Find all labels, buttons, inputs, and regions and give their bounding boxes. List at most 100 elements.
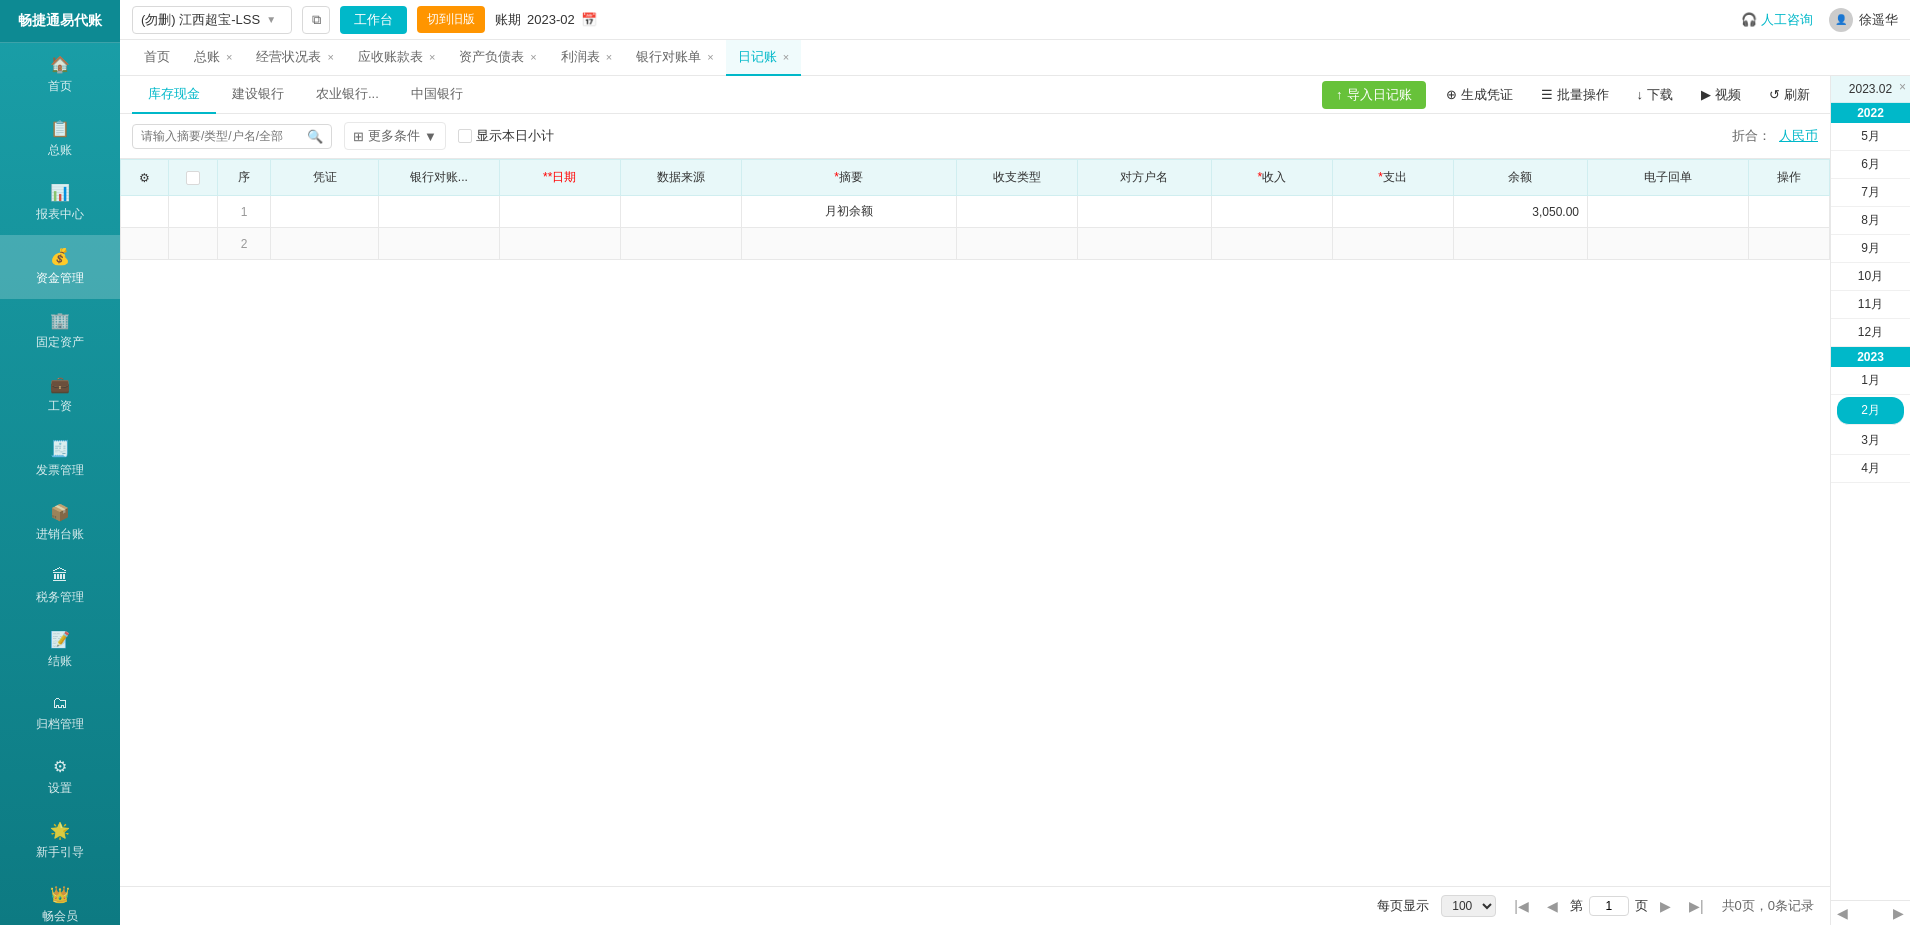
search-input-wrap[interactable]: 🔍: [132, 124, 332, 149]
refresh-icon: ↺: [1769, 87, 1780, 102]
prev-page-button[interactable]: ◀: [1541, 896, 1564, 916]
sidebar-item-purchase[interactable]: 📦 进销台账: [0, 491, 120, 555]
sub-tab-ccb[interactable]: 建设银行: [216, 76, 300, 114]
main-content: 库存现金 建设银行 农业银行... 中国银行 ↑ 导入日记账: [120, 76, 1830, 925]
month-item-2022-08[interactable]: 8月: [1831, 207, 1910, 235]
tab-close-icon[interactable]: ×: [530, 51, 536, 63]
journal-table: ⚙ 序 凭证 银行对账... **日期 数据来源: [120, 159, 1830, 260]
tab-assets[interactable]: 资产负债表 ×: [447, 40, 548, 76]
sidebar-item-label: 设置: [48, 780, 72, 797]
sidebar-item-assets[interactable]: 🏢 固定资产: [0, 299, 120, 363]
tab-profit[interactable]: 利润表 ×: [549, 40, 624, 76]
calendar-icon[interactable]: 📅: [581, 12, 597, 27]
sidebar-item-tax[interactable]: 🏛 税务管理: [0, 555, 120, 618]
month-item-2022-06[interactable]: 6月: [1831, 151, 1910, 179]
tab-journal[interactable]: 日记账 ×: [726, 40, 801, 76]
row-voucher: [271, 228, 378, 260]
first-page-button[interactable]: |◀: [1508, 896, 1535, 916]
switch-old-button[interactable]: 切到旧版: [417, 6, 485, 33]
sidebar-item-reports[interactable]: 📊 报表中心: [0, 171, 120, 235]
sub-tab-boc[interactable]: 中国银行: [395, 76, 479, 114]
month-item-2022-09[interactable]: 9月: [1831, 235, 1910, 263]
row-balance: 3,050.00: [1453, 196, 1587, 228]
member-icon: 👑: [50, 885, 70, 904]
month-item-2022-05[interactable]: 5月: [1831, 123, 1910, 151]
generate-voucher-button[interactable]: ⊕ 生成凭证: [1438, 82, 1521, 108]
sub-tab-abc[interactable]: 农业银行...: [300, 76, 395, 114]
currency-value[interactable]: 人民币: [1779, 127, 1818, 145]
month-item-2022-11[interactable]: 11月: [1831, 291, 1910, 319]
download-button[interactable]: ↓ 下载: [1629, 82, 1682, 108]
date-panel-close-button[interactable]: ×: [1899, 80, 1906, 94]
date-prev-button[interactable]: ◀: [1837, 905, 1848, 921]
user-info[interactable]: 👤 徐遥华: [1829, 8, 1898, 32]
tab-business[interactable]: 经营状况表 ×: [244, 40, 345, 76]
assets-icon: 🏢: [50, 311, 70, 330]
row-number: 1: [217, 196, 271, 228]
row-date: [499, 228, 620, 260]
sidebar-item-ledger[interactable]: 📋 总账: [0, 107, 120, 171]
sidebar-item-close[interactable]: 📝 结账: [0, 618, 120, 682]
row-income-type: [956, 228, 1077, 260]
tab-close-icon[interactable]: ×: [783, 51, 789, 63]
search-icon[interactable]: 🔍: [307, 129, 323, 144]
batch-operation-button[interactable]: ☰ 批量操作: [1533, 82, 1617, 108]
row-balance: [1453, 228, 1587, 260]
sidebar-item-home[interactable]: 🏠 首页: [0, 43, 120, 107]
sidebar-item-settings[interactable]: ⚙ 设置: [0, 745, 120, 809]
show-daily-total-label[interactable]: 显示本日小计: [458, 127, 554, 145]
last-page-button[interactable]: ▶|: [1683, 896, 1710, 916]
tab-close-icon[interactable]: ×: [606, 51, 612, 63]
sidebar-item-member[interactable]: 👑 畅会员: [0, 873, 120, 925]
purchase-icon: 📦: [50, 503, 70, 522]
import-button[interactable]: ↑ 导入日记账: [1322, 81, 1426, 109]
tab-close-icon[interactable]: ×: [707, 51, 713, 63]
month-item-2023-02[interactable]: 2月: [1837, 397, 1904, 425]
col-header-check[interactable]: [169, 160, 217, 196]
sidebar-item-label: 首页: [48, 78, 72, 95]
tab-bank[interactable]: 银行对账单 ×: [624, 40, 725, 76]
sidebar-item-label: 总账: [48, 142, 72, 159]
month-item-2022-12[interactable]: 12月: [1831, 319, 1910, 347]
page-input[interactable]: [1589, 896, 1629, 916]
tab-ledger[interactable]: 总账 ×: [182, 40, 244, 76]
refresh-button[interactable]: ↺ 刷新: [1761, 82, 1818, 108]
show-daily-total-checkbox[interactable]: [458, 129, 472, 143]
sub-tab-cash[interactable]: 库存现金: [132, 76, 216, 114]
next-page-button[interactable]: ▶: [1654, 896, 1677, 916]
per-page-select[interactable]: 100 50 200: [1441, 895, 1496, 917]
select-all-checkbox[interactable]: [186, 171, 200, 185]
workspace-button[interactable]: 工作台: [340, 6, 407, 34]
row-income-type: [956, 196, 1077, 228]
sidebar-item-salary[interactable]: 💼 工资: [0, 363, 120, 427]
col-header-settings[interactable]: ⚙: [121, 160, 169, 196]
date-next-button[interactable]: ▶: [1893, 905, 1904, 921]
tab-receivable[interactable]: 应收账款表 ×: [346, 40, 447, 76]
sidebar-item-archive[interactable]: 🗂 归档管理: [0, 682, 120, 745]
video-button[interactable]: ▶ 视频: [1693, 82, 1749, 108]
avatar: 👤: [1829, 8, 1853, 32]
row-income: [1211, 228, 1332, 260]
month-item-2023-04[interactable]: 4月: [1831, 455, 1910, 483]
tab-bar: 首页 总账 × 经营状况表 × 应收账款表 × 资产负债表 × 利润表 × 银行…: [120, 40, 1910, 76]
sidebar-item-guide[interactable]: 🌟 新手引导: [0, 809, 120, 873]
filter-button[interactable]: ⊞ 更多条件 ▼: [344, 122, 446, 150]
month-item-2023-01[interactable]: 1月: [1831, 367, 1910, 395]
row-edoc: [1588, 196, 1749, 228]
support-link[interactable]: 🎧 人工咨询: [1741, 11, 1813, 29]
tab-home[interactable]: 首页: [132, 40, 182, 76]
sidebar-item-finance[interactable]: 💰 资金管理: [0, 235, 120, 299]
search-input[interactable]: [141, 129, 301, 143]
chevron-down-icon: ▼: [424, 129, 437, 144]
company-selector[interactable]: (勿删) 江西超宝-LSS ▼: [132, 6, 292, 34]
tab-close-icon[interactable]: ×: [226, 51, 232, 63]
sidebar-item-invoice[interactable]: 🧾 发票管理: [0, 427, 120, 491]
tab-close-icon[interactable]: ×: [327, 51, 333, 63]
month-item-2022-10[interactable]: 10月: [1831, 263, 1910, 291]
tab-close-icon[interactable]: ×: [429, 51, 435, 63]
month-item-2022-07[interactable]: 7月: [1831, 179, 1910, 207]
copy-button[interactable]: ⧉: [302, 6, 330, 34]
sub-tab-label: 建设银行: [232, 85, 284, 103]
month-item-2023-03[interactable]: 3月: [1831, 427, 1910, 455]
filter-icon: ⊞: [353, 129, 364, 144]
